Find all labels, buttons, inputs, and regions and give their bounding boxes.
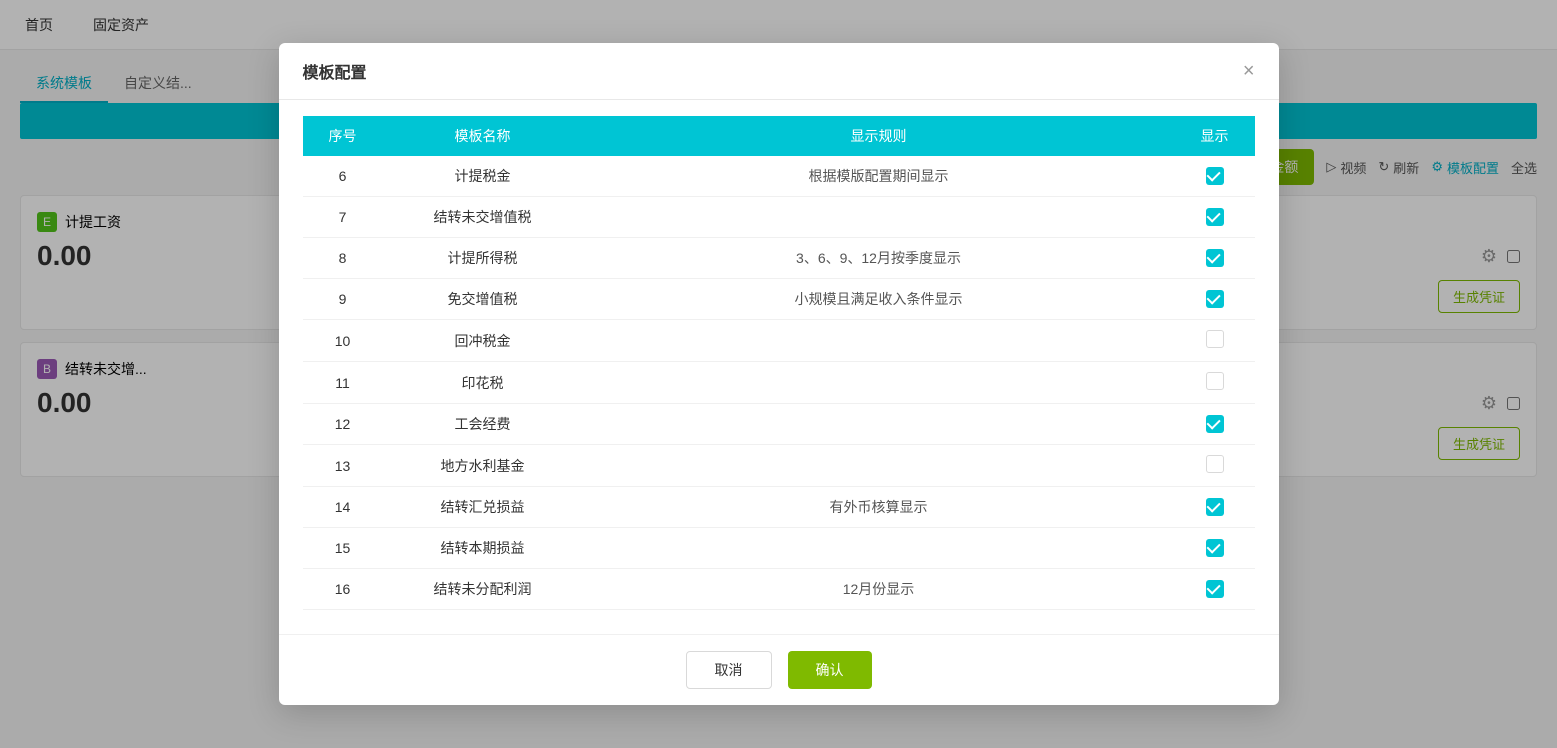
- table-scroll-container[interactable]: 序号 模板名称 显示规则 显示 6计提税金根据模版配置期间显示7结转未交增值税8…: [303, 116, 1255, 610]
- checkbox-checked[interactable]: [1206, 539, 1224, 557]
- checkbox-checked[interactable]: [1206, 415, 1224, 433]
- cell-rule: [583, 528, 1175, 569]
- cell-name: 结转未分配利润: [383, 569, 583, 610]
- table-row: 14结转汇兑损益有外币核算显示: [303, 487, 1255, 528]
- config-table: 序号 模板名称 显示规则 显示 6计提税金根据模版配置期间显示7结转未交增值税8…: [303, 116, 1255, 610]
- checkbox-checked[interactable]: [1206, 208, 1224, 226]
- col-name: 模板名称: [383, 116, 583, 156]
- cell-show[interactable]: [1175, 404, 1255, 445]
- modal-overlay: 模板配置 × 序号 模板名称 显示规则 显示 6计提税金根据模版配置期间显: [0, 0, 1557, 748]
- modal-title: 模板配置: [303, 59, 367, 83]
- cell-name: 计提所得税: [383, 238, 583, 279]
- cell-name: 工会经费: [383, 404, 583, 445]
- checkbox-unchecked[interactable]: [1206, 330, 1224, 348]
- table-row: 11印花税: [303, 362, 1255, 404]
- col-seq: 序号: [303, 116, 383, 156]
- table-row: 13地方水利基金: [303, 445, 1255, 487]
- confirm-button[interactable]: 确认: [788, 651, 872, 689]
- cell-seq: 8: [303, 238, 383, 279]
- cell-seq: 14: [303, 487, 383, 528]
- cell-show[interactable]: [1175, 156, 1255, 197]
- cell-show[interactable]: [1175, 197, 1255, 238]
- cell-seq: 9: [303, 279, 383, 320]
- cell-rule: 3、6、9、12月按季度显示: [583, 238, 1175, 279]
- checkbox-checked[interactable]: [1206, 290, 1224, 308]
- cell-seq: 13: [303, 445, 383, 487]
- cell-rule: 小规模且满足收入条件显示: [583, 279, 1175, 320]
- cell-rule: [583, 445, 1175, 487]
- checkbox-unchecked[interactable]: [1206, 372, 1224, 390]
- cell-show[interactable]: [1175, 569, 1255, 610]
- cell-seq: 6: [303, 156, 383, 197]
- cell-rule: [583, 197, 1175, 238]
- cell-show[interactable]: [1175, 445, 1255, 487]
- cell-seq: 15: [303, 528, 383, 569]
- cell-seq: 11: [303, 362, 383, 404]
- cell-seq: 7: [303, 197, 383, 238]
- col-show: 显示: [1175, 116, 1255, 156]
- table-row: 10回冲税金: [303, 320, 1255, 362]
- cell-show[interactable]: [1175, 238, 1255, 279]
- table-row: 15结转本期损益: [303, 528, 1255, 569]
- checkbox-checked[interactable]: [1206, 498, 1224, 516]
- table-row: 16结转未分配利润12月份显示: [303, 569, 1255, 610]
- cell-rule: 12月份显示: [583, 569, 1175, 610]
- cell-rule: 根据模版配置期间显示: [583, 156, 1175, 197]
- cell-seq: 10: [303, 320, 383, 362]
- cell-name: 计提税金: [383, 156, 583, 197]
- cell-seq: 16: [303, 569, 383, 610]
- table-header-row: 序号 模板名称 显示规则 显示: [303, 116, 1255, 156]
- cell-name: 结转本期损益: [383, 528, 583, 569]
- modal-template-config: 模板配置 × 序号 模板名称 显示规则 显示 6计提税金根据模版配置期间显: [279, 43, 1279, 705]
- cell-name: 印花税: [383, 362, 583, 404]
- cell-name: 地方水利基金: [383, 445, 583, 487]
- modal-header: 模板配置 ×: [279, 43, 1279, 100]
- table-row: 12工会经费: [303, 404, 1255, 445]
- cell-show[interactable]: [1175, 279, 1255, 320]
- modal-close-button[interactable]: ×: [1243, 61, 1255, 81]
- table-row: 9免交增值税小规模且满足收入条件显示: [303, 279, 1255, 320]
- checkbox-checked[interactable]: [1206, 580, 1224, 598]
- checkbox-unchecked[interactable]: [1206, 455, 1224, 473]
- cell-name: 结转未交增值税: [383, 197, 583, 238]
- modal-footer: 取消 确认: [279, 634, 1279, 705]
- cell-show[interactable]: [1175, 320, 1255, 362]
- col-rule: 显示规则: [583, 116, 1175, 156]
- checkbox-checked[interactable]: [1206, 167, 1224, 185]
- table-row: 6计提税金根据模版配置期间显示: [303, 156, 1255, 197]
- cell-rule: 有外币核算显示: [583, 487, 1175, 528]
- cell-show[interactable]: [1175, 528, 1255, 569]
- table-row: 8计提所得税3、6、9、12月按季度显示: [303, 238, 1255, 279]
- cell-rule: [583, 404, 1175, 445]
- cell-seq: 12: [303, 404, 383, 445]
- cancel-button[interactable]: 取消: [686, 651, 772, 689]
- modal-body: 序号 模板名称 显示规则 显示 6计提税金根据模版配置期间显示7结转未交增值税8…: [279, 100, 1279, 634]
- cell-rule: [583, 362, 1175, 404]
- cell-name: 结转汇兑损益: [383, 487, 583, 528]
- checkbox-checked[interactable]: [1206, 249, 1224, 267]
- cell-show[interactable]: [1175, 362, 1255, 404]
- cell-name: 回冲税金: [383, 320, 583, 362]
- cell-show[interactable]: [1175, 487, 1255, 528]
- table-row: 7结转未交增值税: [303, 197, 1255, 238]
- cell-rule: [583, 320, 1175, 362]
- cell-name: 免交增值税: [383, 279, 583, 320]
